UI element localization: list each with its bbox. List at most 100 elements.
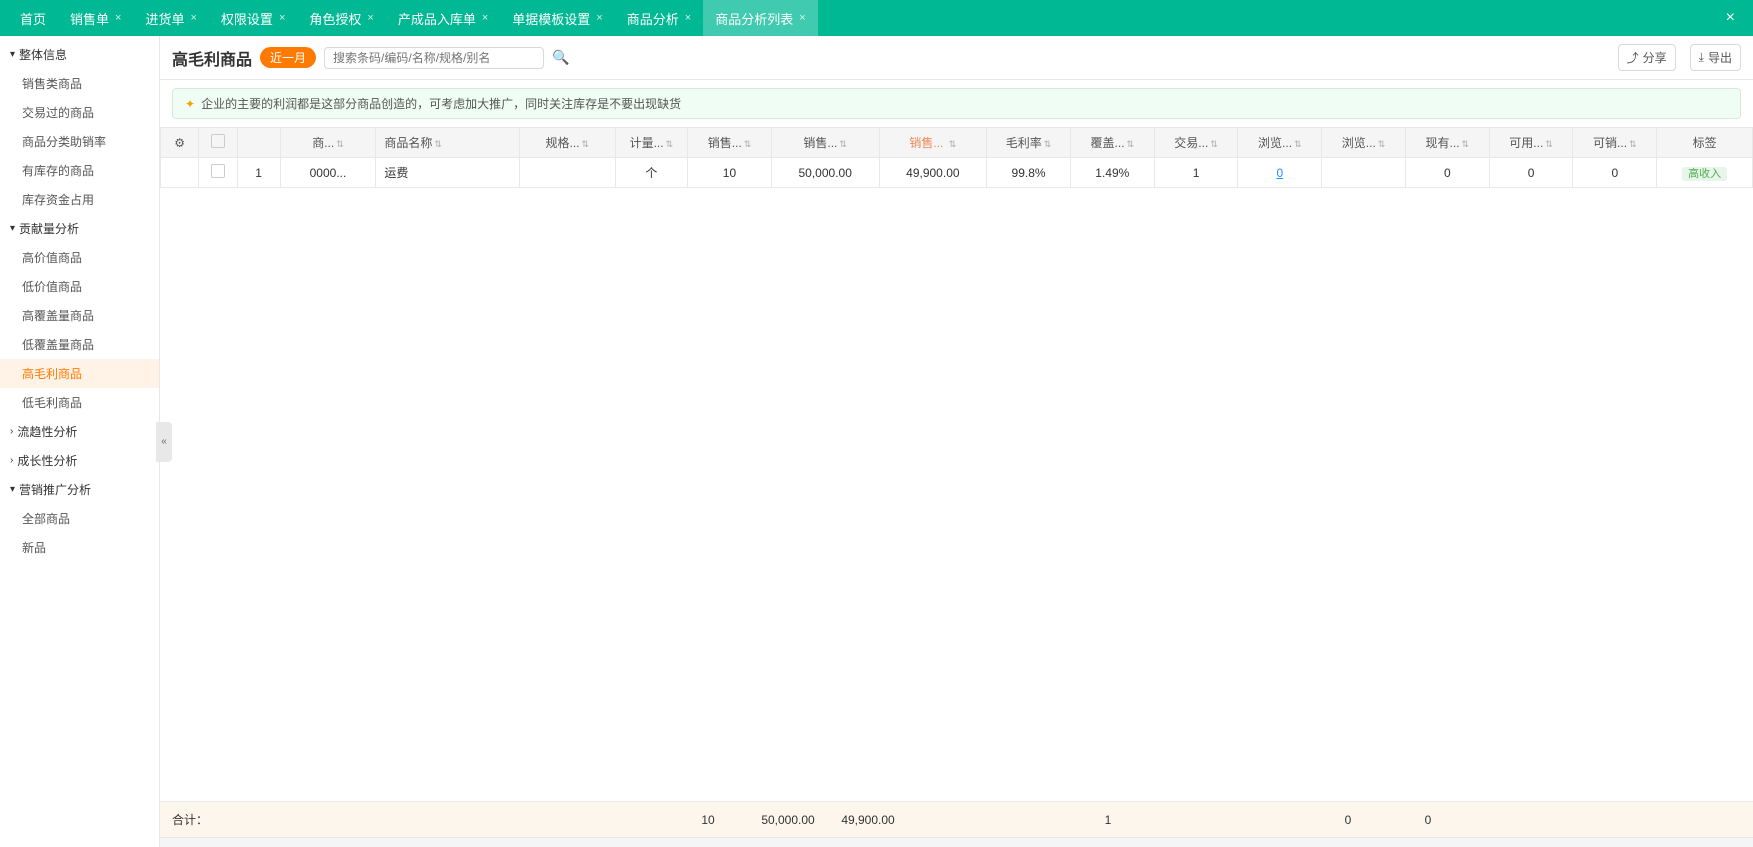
sidebar-group-contribution[interactable]: ▾ 贡献量分析 bbox=[0, 214, 159, 243]
info-bar: ✦ 企业的主要的利润都是这部分商品创造的，可考虑加大推广，同时关注库存是不要出现… bbox=[172, 88, 1741, 119]
col-trade-header[interactable]: 交易...⇅ bbox=[1154, 128, 1238, 158]
col-settings-header[interactable]: ⚙ bbox=[161, 128, 199, 158]
col-cover-header[interactable]: 覆盖...⇅ bbox=[1070, 128, 1154, 158]
col-unit-header[interactable]: 计量...⇅ bbox=[615, 128, 687, 158]
sidebar-group-flow[interactable]: › 流趋性分析 bbox=[0, 417, 159, 446]
col-sales-amt-header[interactable]: 销售...⇅ bbox=[771, 128, 879, 158]
nav-product-inbound[interactable]: 产成品入库单 × bbox=[386, 0, 500, 36]
arrow-icon: ▾ bbox=[10, 49, 15, 60]
col-sales-qty-header[interactable]: 销售...⇅ bbox=[688, 128, 772, 158]
row-checkbox[interactable] bbox=[211, 164, 225, 178]
nav-sales-order[interactable]: 销售单 × bbox=[58, 0, 133, 36]
header-checkbox[interactable] bbox=[211, 134, 225, 148]
search-input[interactable] bbox=[324, 47, 544, 69]
nav-template-settings[interactable]: 单据模板设置 × bbox=[500, 0, 614, 36]
sidebar-item-high-margin[interactable]: 高毛利商品 bbox=[0, 359, 159, 388]
share-icon: ⤴ bbox=[1627, 49, 1639, 66]
row-tag-cell: 高收入 bbox=[1657, 158, 1753, 188]
sidebar-item-category-rate[interactable]: 商品分类助销率 bbox=[0, 127, 159, 156]
sort-icon-code: ⇅ bbox=[336, 139, 344, 149]
row-sales-qty-cell: 10 bbox=[688, 158, 772, 188]
row-unit-cell: 个 bbox=[615, 158, 687, 188]
sort-icon-cover: ⇅ bbox=[1127, 139, 1135, 149]
sidebar-item-high-value[interactable]: 高价值商品 bbox=[0, 243, 159, 272]
data-table: ⚙ 商...⇅ 商品名称⇅ 规格...⇅ 计量...⇅ 销售...⇅ 销售...… bbox=[160, 127, 1753, 188]
share-button[interactable]: ⤴ 分享 bbox=[1618, 44, 1676, 71]
col-check-header[interactable] bbox=[199, 128, 237, 158]
sidebar-group-growth[interactable]: › 成长性分析 bbox=[0, 446, 159, 475]
sort-icon-sales-profit: ⇅ bbox=[949, 139, 957, 149]
nav-purchase-order[interactable]: 进货单 × bbox=[133, 0, 208, 36]
sort-icon-browse1: ⇅ bbox=[1294, 139, 1302, 149]
col-browse1-header[interactable]: 浏览...⇅ bbox=[1238, 128, 1322, 158]
export-button[interactable]: ⤓ 导出 bbox=[1690, 44, 1741, 71]
sidebar-item-low-value[interactable]: 低价值商品 bbox=[0, 272, 159, 301]
sidebar-item-sales-goods[interactable]: 销售类商品 bbox=[0, 69, 159, 98]
col-name-header[interactable]: 商品名称⇅ bbox=[376, 128, 520, 158]
horizontal-scrollbar[interactable] bbox=[160, 837, 1753, 847]
app-close-button[interactable]: × bbox=[1716, 9, 1745, 27]
row-settings-cell bbox=[161, 158, 199, 188]
col-num-header bbox=[237, 128, 280, 158]
row-name-cell[interactable]: 运费 bbox=[376, 158, 520, 188]
col-gross-rate-header[interactable]: 毛利率⇅ bbox=[987, 128, 1071, 158]
sort-icon-name: ⇅ bbox=[434, 139, 442, 149]
arrow-icon-4: › bbox=[10, 455, 13, 466]
row-trade-cell: 1 bbox=[1154, 158, 1238, 188]
sidebar-item-all-goods[interactable]: 全部商品 bbox=[0, 504, 159, 533]
sidebar-collapse-button[interactable]: « bbox=[156, 422, 172, 462]
sidebar-item-new-goods[interactable]: 新品 bbox=[0, 533, 159, 562]
footer-sales-amt: 50,000.00 bbox=[748, 813, 828, 827]
browse1-link[interactable]: 0 bbox=[1276, 166, 1283, 180]
row-available-cell: 0 bbox=[1489, 158, 1573, 188]
row-check-cell[interactable] bbox=[199, 158, 237, 188]
nav-home[interactable]: 首页 bbox=[8, 0, 58, 36]
col-tag-header[interactable]: 标签 bbox=[1657, 128, 1753, 158]
filter-recent-month-button[interactable]: 近一月 bbox=[260, 47, 316, 68]
nav-close-product-analysis[interactable]: × bbox=[685, 12, 691, 24]
nav-permission-settings[interactable]: 权限设置 × bbox=[209, 0, 297, 36]
nav-close-product-analysis-list[interactable]: × bbox=[799, 12, 805, 24]
sidebar-item-low-coverage[interactable]: 低覆盖量商品 bbox=[0, 330, 159, 359]
footer-summary-bar: 合计： 10 50,000.00 49,900.00 1 0 0 bbox=[160, 801, 1753, 837]
col-sales-profit-header[interactable]: 销售... ⇅ bbox=[879, 128, 987, 158]
info-icon: ✦ bbox=[185, 97, 195, 111]
footer-sales-profit: 49,900.00 bbox=[828, 813, 908, 827]
sidebar-item-stocked-goods[interactable]: 有库存的商品 bbox=[0, 156, 159, 185]
row-gross-rate-cell: 99.8% bbox=[987, 158, 1071, 188]
tag-high-income: 高收入 bbox=[1682, 167, 1727, 181]
sidebar-item-low-margin[interactable]: 低毛利商品 bbox=[0, 388, 159, 417]
nav-close-sales-order[interactable]: × bbox=[115, 12, 121, 24]
nav-close-purchase-order[interactable]: × bbox=[190, 12, 196, 24]
row-browse1-cell[interactable]: 0 bbox=[1238, 158, 1322, 188]
col-browse2-header[interactable]: 浏览...⇅ bbox=[1322, 128, 1406, 158]
sort-icon-gross-rate: ⇅ bbox=[1044, 139, 1052, 149]
row-spec-cell bbox=[519, 158, 615, 188]
footer-trade: 1 bbox=[1068, 813, 1148, 827]
col-saleable-header[interactable]: 可销...⇅ bbox=[1573, 128, 1657, 158]
col-spec-header[interactable]: 规格...⇅ bbox=[519, 128, 615, 158]
sidebar-group-overall[interactable]: ▾ 整体信息 bbox=[0, 40, 159, 69]
nav-close-template-settings[interactable]: × bbox=[596, 12, 602, 24]
nav-role-auth[interactable]: 角色授权 × bbox=[297, 0, 385, 36]
sort-icon-saleable: ⇅ bbox=[1629, 139, 1637, 149]
row-code-cell: 0000... bbox=[280, 158, 376, 188]
search-button[interactable]: 🔍 bbox=[552, 49, 569, 66]
col-code-header[interactable]: 商...⇅ bbox=[280, 128, 376, 158]
sidebar: ▾ 整体信息 销售类商品 交易过的商品 商品分类助销率 有库存的商品 库存资金占… bbox=[0, 36, 160, 847]
nav-product-analysis[interactable]: 商品分析 × bbox=[615, 0, 703, 36]
nav-close-role-auth[interactable]: × bbox=[367, 12, 373, 24]
nav-close-permission-settings[interactable]: × bbox=[279, 12, 285, 24]
sidebar-group-marketing[interactable]: ▾ 营销推广分析 bbox=[0, 475, 159, 504]
table-row: 1 0000... 运费 个 10 50,000.00 49,900.00 99… bbox=[161, 158, 1753, 188]
nav-close-product-inbound[interactable]: × bbox=[482, 12, 488, 24]
data-table-container[interactable]: ⚙ 商...⇅ 商品名称⇅ 规格...⇅ 计量...⇅ 销售...⇅ 销售...… bbox=[160, 127, 1753, 801]
sidebar-item-high-coverage[interactable]: 高覆盖量商品 bbox=[0, 301, 159, 330]
sidebar-item-traded-goods[interactable]: 交易过的商品 bbox=[0, 98, 159, 127]
col-available-header[interactable]: 可用...⇅ bbox=[1489, 128, 1573, 158]
col-current-header[interactable]: 现有...⇅ bbox=[1405, 128, 1489, 158]
sort-icon-sales-qty: ⇅ bbox=[744, 139, 752, 149]
nav-product-analysis-list[interactable]: 商品分析列表 × bbox=[703, 0, 817, 36]
sidebar-item-stock-fund[interactable]: 库存资金占用 bbox=[0, 185, 159, 214]
top-navigation: 首页 销售单 × 进货单 × 权限设置 × 角色授权 × 产成品入库单 × 单据… bbox=[0, 0, 1753, 36]
